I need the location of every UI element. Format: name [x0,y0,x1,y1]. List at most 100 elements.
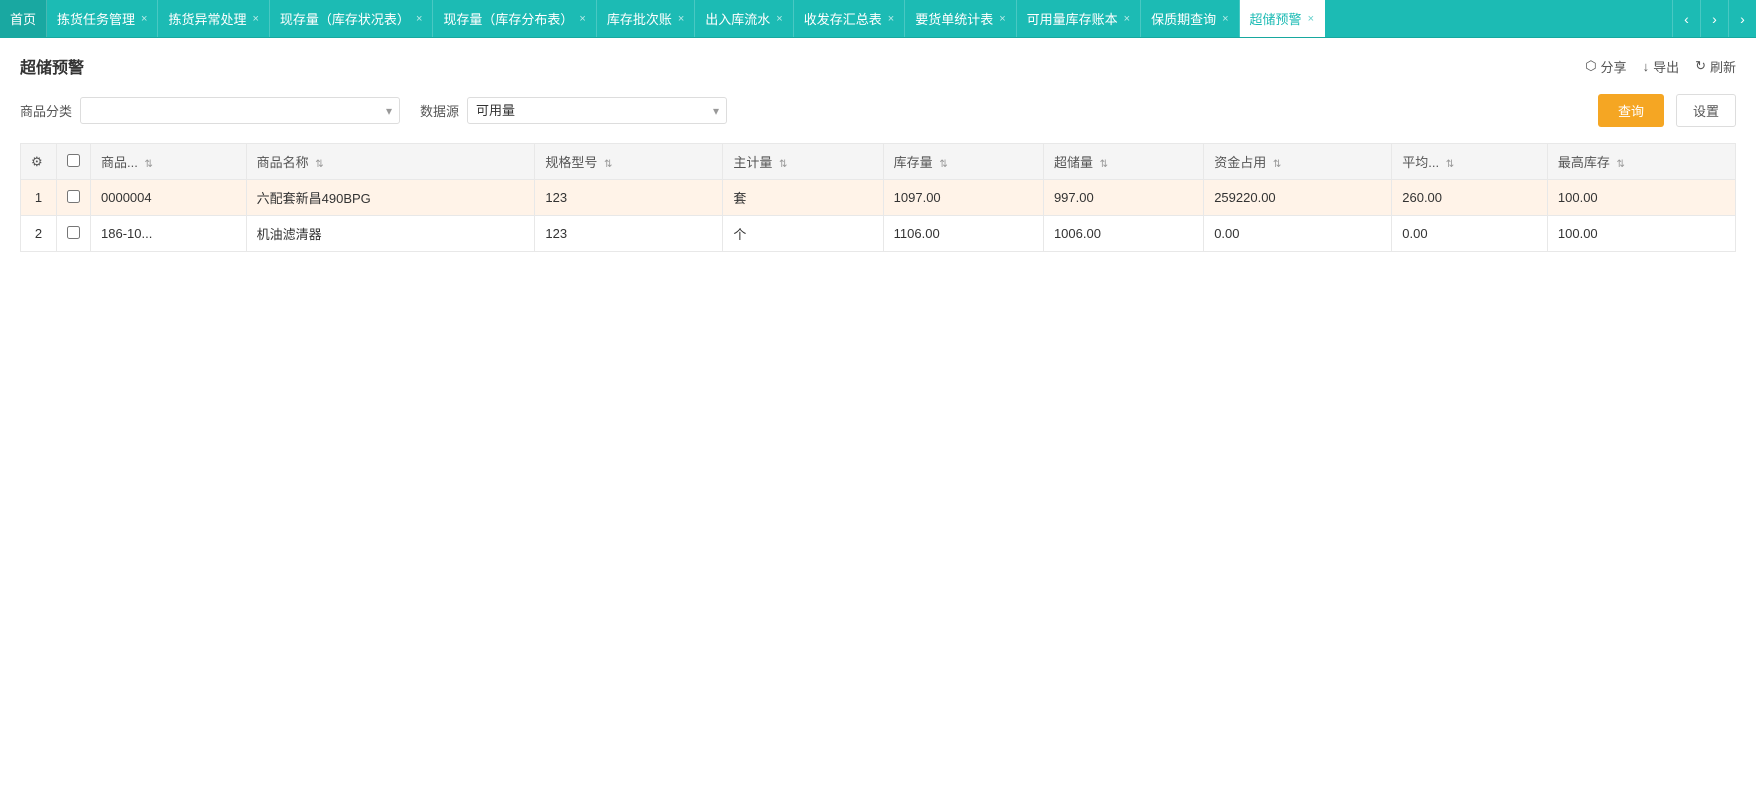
column-header-overstock[interactable]: 超储量 ⇅ [1043,144,1203,180]
sort-icon: ⇅ [315,159,323,170]
column-header-stock[interactable]: 库存量 ⇅ [883,144,1043,180]
close-icon[interactable]: × [776,13,782,25]
sort-icon: ⇅ [1273,159,1281,170]
row-product-name: 六配套新昌490BPG [246,180,535,216]
row-max-stock: 100.00 [1547,180,1735,216]
sort-icon: ⇅ [604,159,612,170]
row-checkbox-cell[interactable] [57,216,91,252]
column-header-product-code[interactable]: 商品... ⇅ [91,144,247,180]
nav-tab-flow[interactable]: 出入库流水 × [695,0,793,38]
column-header-capital[interactable]: 资金占用 ⇅ [1204,144,1392,180]
row-checkbox[interactable] [67,226,80,239]
export-button[interactable]: ↓ 导出 [1643,57,1680,76]
query-button[interactable]: 查询 [1598,94,1664,127]
close-icon[interactable]: × [579,13,585,25]
column-header-settings[interactable]: ⚙ [21,144,57,180]
refresh-button[interactable]: ↻ 刷新 [1695,57,1736,76]
row-capital: 259220.00 [1204,180,1392,216]
export-icon: ↓ [1643,59,1650,74]
row-stock: 1097.00 [883,180,1043,216]
sort-icon: ⇅ [939,159,947,170]
nav-tab-batch[interactable]: 库存批次账 × [597,0,695,38]
row-spec: 123 [535,180,723,216]
nav-tab-summary[interactable]: 收发存汇总表 × [794,0,905,38]
close-icon[interactable]: × [1222,13,1228,25]
row-checkbox-cell[interactable] [57,180,91,216]
nav-tab-requisition[interactable]: 要货单统计表 × [905,0,1016,38]
settings-button[interactable]: 设置 [1676,94,1736,127]
nav-tab-overstock[interactable]: 超储预警 × [1240,0,1325,38]
table-row: 1 0000004 六配套新昌490BPG 123 套 1097.00 997.… [21,180,1736,216]
close-icon[interactable]: × [678,13,684,25]
row-unit: 套 [723,180,883,216]
table-row: 2 186-10... 机油滤清器 123 个 1106.00 1006.00 … [21,216,1736,252]
row-product-code: 0000004 [91,180,247,216]
row-overstock: 1006.00 [1043,216,1203,252]
category-select-wrap [80,97,400,124]
row-stock: 1106.00 [883,216,1043,252]
nav-arrows: ‹ › › [1672,0,1756,38]
table-header-row: ⚙ 商品... ⇅ 商品名称 ⇅ 规格型号 ⇅ 主计量 [21,144,1736,180]
datasource-label: 数据源 [420,101,459,120]
page-content: 超储预警 ⬡ 分享 ↓ 导出 ↻ 刷新 商品分类 [0,38,1756,800]
nav-left-arrow[interactable]: ‹ [1672,0,1700,38]
nav-tab-task[interactable]: 拣货任务管理 × [47,0,158,38]
column-header-checkbox[interactable] [57,144,91,180]
row-unit: 个 [723,216,883,252]
column-header-avg[interactable]: 平均... ⇅ [1392,144,1548,180]
refresh-icon: ↻ [1695,58,1706,74]
category-filter: 商品分类 [20,97,400,124]
header-actions: ⬡ 分享 ↓ 导出 ↻ 刷新 [1585,57,1736,76]
filter-buttons: 查询 设置 [1598,94,1736,127]
datasource-select-wrap: 可用量 库存量 [467,97,727,124]
nav-tab-stock-status[interactable]: 现存量（库存状况表） × [270,0,433,38]
column-header-max-stock[interactable]: 最高库存 ⇅ [1547,144,1735,180]
data-table: ⚙ 商品... ⇅ 商品名称 ⇅ 规格型号 ⇅ 主计量 [20,143,1736,252]
close-icon[interactable]: × [888,13,894,25]
sort-icon: ⇅ [144,159,152,170]
category-label: 商品分类 [20,101,72,120]
nav-tab-abnormal[interactable]: 拣货异常处理 × [158,0,269,38]
datasource-filter: 数据源 可用量 库存量 [420,97,727,124]
row-max-stock: 100.00 [1547,216,1735,252]
column-header-spec[interactable]: 规格型号 ⇅ [535,144,723,180]
close-icon[interactable]: × [1124,13,1130,25]
close-icon[interactable]: × [416,13,422,25]
nav-tab-available[interactable]: 可用量库存账本 × [1017,0,1141,38]
share-button[interactable]: ⬡ 分享 [1585,57,1626,76]
row-settings-cell: 1 [21,180,57,216]
sort-icon: ⇅ [1100,159,1108,170]
top-nav: 首页 拣货任务管理 × 拣货异常处理 × 现存量（库存状况表） × 现存量（库存… [0,0,1756,38]
nav-tab-stock-dist[interactable]: 现存量（库存分布表） × [433,0,596,38]
sort-icon: ⇅ [1617,159,1625,170]
row-avg: 0.00 [1392,216,1548,252]
gear-icon: ⚙ [31,154,43,169]
datasource-select[interactable]: 可用量 库存量 [467,97,727,124]
page-title: 超储预警 [20,54,84,78]
row-spec: 123 [535,216,723,252]
nav-tab-expiry[interactable]: 保质期查询 × [1141,0,1239,38]
row-product-name: 机油滤清器 [246,216,535,252]
close-icon[interactable]: × [252,13,258,25]
row-checkbox[interactable] [67,190,80,203]
row-avg: 260.00 [1392,180,1548,216]
sort-icon: ⇅ [1446,159,1454,170]
close-icon[interactable]: × [999,13,1005,25]
row-capital: 0.00 [1204,216,1392,252]
column-header-product-name[interactable]: 商品名称 ⇅ [246,144,535,180]
select-all-checkbox[interactable] [67,154,80,167]
filter-bar: 商品分类 数据源 可用量 库存量 查询 设置 [20,94,1736,127]
nav-tab-home[interactable]: 首页 [0,0,47,38]
share-icon: ⬡ [1585,58,1596,74]
nav-expand-arrow[interactable]: › [1728,0,1756,38]
nav-right-arrow[interactable]: › [1700,0,1728,38]
close-icon[interactable]: × [141,13,147,25]
sort-icon: ⇅ [779,159,787,170]
row-overstock: 997.00 [1043,180,1203,216]
column-header-unit[interactable]: 主计量 ⇅ [723,144,883,180]
page-header: 超储预警 ⬡ 分享 ↓ 导出 ↻ 刷新 [20,54,1736,78]
row-product-code: 186-10... [91,216,247,252]
row-settings-cell: 2 [21,216,57,252]
category-select[interactable] [80,97,400,124]
close-icon[interactable]: × [1308,13,1314,25]
